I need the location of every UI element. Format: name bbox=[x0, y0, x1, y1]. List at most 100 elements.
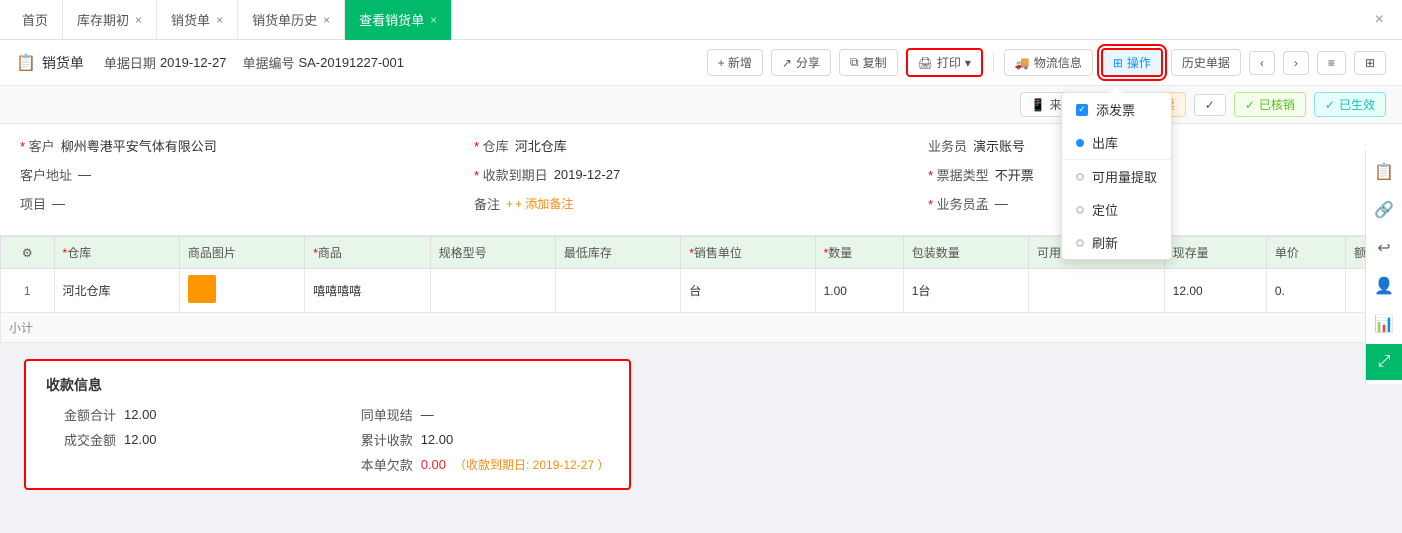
cumulative-label: 累计收款 bbox=[343, 430, 413, 449]
check-icon: ✓ bbox=[1245, 98, 1255, 112]
row-spec bbox=[430, 269, 555, 313]
unit-header: *销售单位 bbox=[681, 237, 815, 269]
prev-button[interactable]: ‹ bbox=[1249, 51, 1275, 75]
radio-dot-filled bbox=[1076, 139, 1084, 147]
address-field: 客户地址 — bbox=[20, 165, 474, 184]
bottom-area: 收款信息 金额合计 12.00 同单现结 — 成交金额 12.00 累计收款 1… bbox=[0, 343, 1402, 506]
menu-refresh[interactable]: 刷新 bbox=[1062, 226, 1171, 259]
operation-button[interactable]: ⊞ 操作 bbox=[1101, 48, 1163, 77]
items-table: ⚙ *仓库 商品图片 *商品 规格型号 最低库存 *销售单位 *数量 包装数量 … bbox=[0, 236, 1402, 343]
warehouse-header: *仓库 bbox=[54, 237, 179, 269]
settlement-value: — bbox=[421, 407, 434, 422]
logistics-button[interactable]: 🚚 物流信息 bbox=[1004, 49, 1093, 76]
payment-date-value: 2019-12-27 bbox=[554, 167, 621, 182]
confirm-icon-btn[interactable]: ✓ bbox=[1194, 94, 1226, 116]
history-button[interactable]: 历史单据 bbox=[1171, 49, 1241, 76]
window-close-button[interactable]: × bbox=[1365, 11, 1394, 29]
form-row-3: 项目 — 备注 + + 添加备注 业务员孟 — bbox=[20, 194, 1382, 213]
menu-add-invoice[interactable]: ✓ 添发票 bbox=[1062, 93, 1171, 126]
settlement-label: 同单现结 bbox=[343, 405, 413, 424]
customer-field: 客户 柳州粤港平安气体有限公司 bbox=[20, 136, 474, 155]
tab-inventory-init[interactable]: 库存期初 × bbox=[63, 0, 157, 40]
plus-icon: + bbox=[506, 197, 513, 211]
copy-button[interactable]: ⧉ 复制 bbox=[839, 49, 898, 76]
right-btn-expand[interactable]: ⤢ bbox=[1366, 344, 1402, 380]
refresh-label: 刷新 bbox=[1092, 233, 1118, 252]
tab-home[interactable]: 首页 bbox=[8, 0, 63, 40]
new-button[interactable]: + 新增 bbox=[707, 49, 763, 76]
right-btn-doc[interactable]: 📋 bbox=[1366, 154, 1402, 190]
address-label: 客户地址 bbox=[20, 165, 72, 184]
toolbar-separator bbox=[993, 53, 994, 73]
right-toolbar: 📋 🔗 ↩ 👤 📊 ⤢ bbox=[1365, 150, 1402, 384]
right-btn-undo[interactable]: ↩ bbox=[1366, 230, 1402, 266]
tab-sales-history[interactable]: 销货单历史 × bbox=[238, 0, 345, 40]
number-field: 单据编号 SA-20191227-001 bbox=[242, 53, 404, 72]
row-current-stock: 12.00 bbox=[1164, 269, 1266, 313]
tab-sales-order[interactable]: 销货单 × bbox=[157, 0, 238, 40]
note-field: 备注 + + 添加备注 bbox=[474, 194, 928, 213]
salesperson-label: 业务员孟 bbox=[928, 194, 989, 213]
menu-locate[interactable]: 定位 bbox=[1062, 193, 1171, 226]
close-tab-history[interactable]: × bbox=[323, 13, 330, 27]
form-row-1: 客户 柳州粤港平安气体有限公司 仓库 河北仓库 业务员 演示账号 bbox=[20, 136, 1382, 155]
tab-view-sales[interactable]: 查看销货单 × bbox=[345, 0, 452, 40]
total-value: 12.00 bbox=[124, 407, 157, 422]
confirmed-badge: ✓ 已核销 bbox=[1234, 92, 1306, 117]
locate-label: 定位 bbox=[1092, 200, 1118, 219]
operation-grid-icon: ⊞ bbox=[1113, 56, 1123, 70]
doc-header: 📋 销货单 单据日期 2019-12-27 单据编号 SA-20191227-0… bbox=[0, 40, 1402, 86]
close-tab-view[interactable]: × bbox=[430, 13, 437, 27]
salesperson-value: — bbox=[995, 196, 1008, 211]
row-warehouse: 河北仓库 bbox=[54, 269, 179, 313]
ticket-type-label: 票据类型 bbox=[928, 165, 989, 184]
ticket-type-value: 不开票 bbox=[995, 165, 1034, 184]
pack-qty-header: 包装数量 bbox=[903, 237, 1028, 269]
project-value: — bbox=[52, 196, 65, 211]
right-btn-user[interactable]: 👤 bbox=[1366, 268, 1402, 304]
note-label: 备注 bbox=[474, 194, 500, 213]
checkbox-icon: ✓ bbox=[1076, 104, 1088, 116]
add-note-button[interactable]: + + 添加备注 bbox=[506, 195, 573, 212]
close-tab-inventory[interactable]: × bbox=[135, 13, 142, 27]
payment-date-label: 收款到期日 bbox=[474, 165, 548, 184]
share-button[interactable]: ↗ 分享 bbox=[771, 49, 831, 76]
form-area: 客户 柳州粤港平安气体有限公司 仓库 河北仓库 业务员 演示账号 客户地址 — … bbox=[0, 124, 1402, 236]
unit-price-header: 单价 bbox=[1266, 237, 1345, 269]
settings-header[interactable]: ⚙ bbox=[1, 237, 55, 269]
print-button[interactable]: 🖨 打印 ▾ bbox=[906, 48, 983, 77]
next-button[interactable]: › bbox=[1283, 51, 1309, 75]
close-tab-sales[interactable]: × bbox=[216, 13, 223, 27]
due-note: （收款到期日: 2019-12-27 ） bbox=[454, 456, 609, 473]
available-qty-label: 可用量提取 bbox=[1092, 167, 1157, 186]
right-btn-chart[interactable]: 📊 bbox=[1366, 306, 1402, 342]
menu-outbound[interactable]: 出库 bbox=[1062, 126, 1171, 159]
staff-label: 业务员 bbox=[928, 136, 967, 155]
doc-title: 📋 销货单 bbox=[16, 53, 84, 73]
due-label: 本单欠款 bbox=[343, 455, 413, 474]
right-btn-link[interactable]: 🔗 bbox=[1366, 192, 1402, 228]
current-stock-header: 现存量 bbox=[1164, 237, 1266, 269]
customer-label: 客户 bbox=[20, 136, 55, 155]
warehouse-label: 仓库 bbox=[474, 136, 509, 155]
toolbar: + 新增 ↗ 分享 ⧉ 复制 🖨 打印 ▾ 🚚 物流信息 ⊞ 操作 历史单据 ‹… bbox=[707, 48, 1386, 77]
main-content: 客户 柳州粤港平安气体有限公司 仓库 河北仓库 业务员 演示账号 客户地址 — … bbox=[0, 124, 1402, 506]
radio-dot-empty-2 bbox=[1076, 206, 1084, 214]
row-unit-price: 0. bbox=[1266, 269, 1345, 313]
row-number: 1 bbox=[1, 269, 55, 313]
effect-icon: ✓ bbox=[1325, 98, 1335, 112]
grid-view-button[interactable]: ⊞ bbox=[1354, 51, 1386, 75]
list-view-button[interactable]: ≡ bbox=[1317, 51, 1346, 75]
radio-dot-empty-3 bbox=[1076, 239, 1084, 247]
product-thumbnail bbox=[188, 275, 216, 303]
table-row: 1 河北仓库 嘻嘻嘻嘻 台 1.00 1台 12.00 0. bbox=[1, 269, 1402, 313]
doc-meta: 单据日期 2019-12-27 单据编号 SA-20191227-001 bbox=[104, 53, 404, 72]
warehouse-value: 河北仓库 bbox=[515, 136, 567, 155]
doc-icon: 📋 bbox=[16, 53, 36, 73]
share-icon: ↗ bbox=[782, 56, 792, 70]
copy-icon: ⧉ bbox=[850, 55, 859, 70]
customer-value: 柳州粤港平安气体有限公司 bbox=[61, 136, 217, 155]
menu-available-qty[interactable]: 可用量提取 bbox=[1062, 160, 1171, 193]
table-header-row: ⚙ *仓库 商品图片 *商品 规格型号 最低库存 *销售单位 *数量 包装数量 … bbox=[1, 237, 1402, 269]
form-row-2: 客户地址 — 收款到期日 2019-12-27 票据类型 不开票 bbox=[20, 165, 1382, 184]
